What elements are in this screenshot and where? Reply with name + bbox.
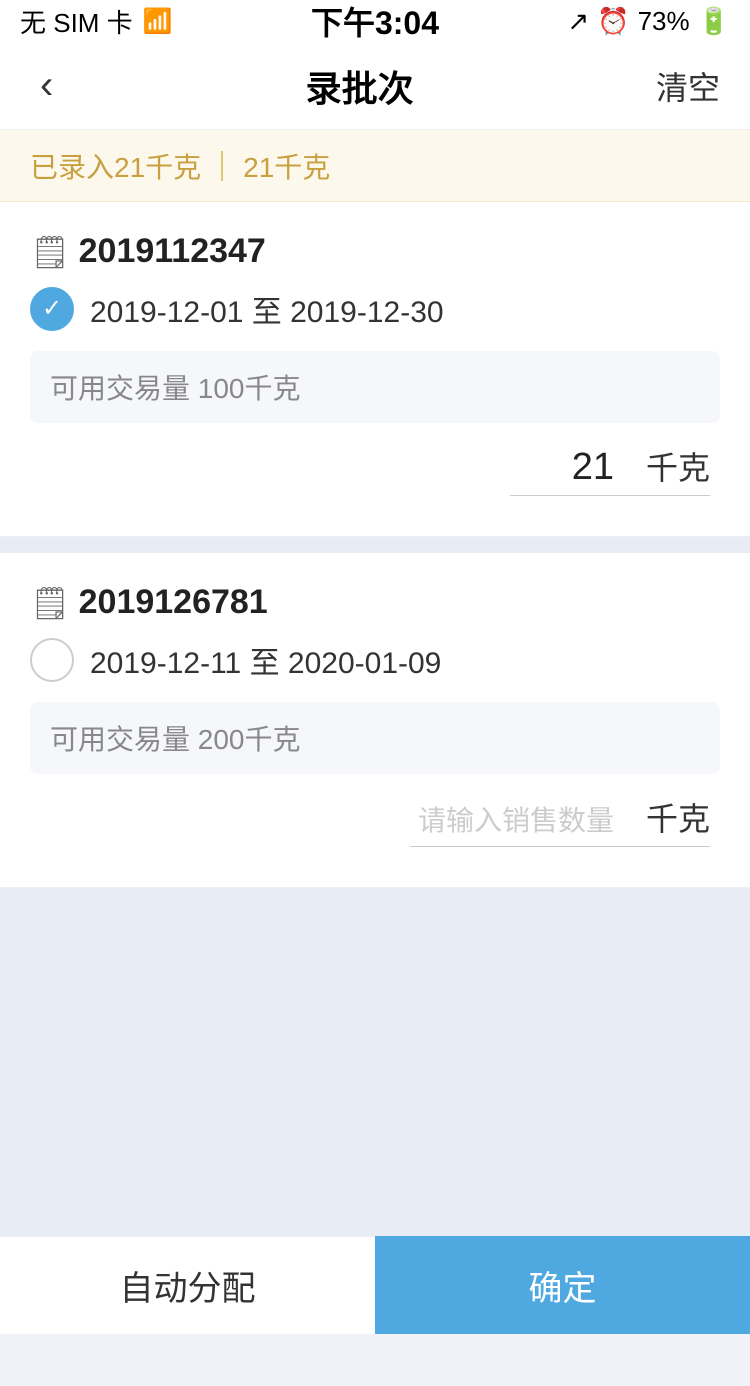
status-bar: 无 SIM 卡 📶 下午3:04 ↗ ⏰ 73% 🔋 bbox=[0, 0, 750, 42]
batch-available-2: 可用交易量 200千克 bbox=[30, 702, 720, 774]
batch-available-1: 可用交易量 100千克 bbox=[30, 351, 720, 423]
batch-card-2: 🗒 2019126781 2019-12-11 至 2020-01-09 可用交… bbox=[0, 553, 750, 888]
quantity-unit-2: 千克 bbox=[646, 794, 710, 840]
batch-checkbox-1[interactable]: ✓ bbox=[30, 287, 74, 331]
auto-distribute-button[interactable]: 自动分配 bbox=[0, 1236, 375, 1334]
bottom-bar: 自动分配 确定 bbox=[0, 1236, 750, 1334]
batch-date-2: 2019-12-11 至 2020-01-09 bbox=[90, 638, 441, 682]
clear-button[interactable]: 清空 bbox=[656, 63, 720, 109]
batch-date-1: 2019-12-01 至 2019-12-30 bbox=[90, 287, 444, 331]
batch-number-2: 2019126781 bbox=[79, 583, 268, 622]
status-left: 无 SIM 卡 📶 bbox=[20, 3, 173, 40]
recorded-label: 已录入21千克 bbox=[30, 146, 201, 186]
info-banner: 已录入21千克 21千克 bbox=[0, 130, 750, 202]
batch-quantity-row-1: 21 千克 bbox=[30, 443, 720, 506]
batch-icon-1: 🗒 bbox=[30, 233, 71, 271]
location-icon: ↗ bbox=[567, 6, 589, 37]
quantity-unit-1: 千克 bbox=[646, 443, 710, 489]
status-right: ↗ ⏰ 73% 🔋 bbox=[567, 6, 730, 37]
batch-number-1: 2019112347 bbox=[79, 232, 266, 271]
status-time: 下午3:04 bbox=[311, 0, 439, 44]
nav-bar: ‹ 录批次 清空 bbox=[0, 42, 750, 130]
info-divider bbox=[221, 151, 223, 181]
page-title: 录批次 bbox=[306, 60, 414, 112]
batch-header-1: 🗒 2019112347 bbox=[30, 232, 720, 271]
batch-header-2: 🗒 2019126781 bbox=[30, 583, 720, 622]
checkmark-1: ✓ bbox=[42, 297, 62, 321]
batch-quantity-row-2: 请输入销售数量 千克 bbox=[30, 794, 720, 857]
batch-card-1: 🗒 2019112347 ✓ 2019-12-01 至 2019-12-30 可… bbox=[0, 202, 750, 537]
batch-date-row-1: ✓ 2019-12-01 至 2019-12-30 bbox=[30, 287, 720, 331]
alarm-icon: ⏰ bbox=[597, 6, 629, 37]
batch-checkbox-2[interactable] bbox=[30, 638, 74, 682]
empty-area bbox=[0, 888, 750, 1288]
battery-icon: 🔋 bbox=[698, 6, 730, 37]
quantity-value-1: 21 bbox=[572, 446, 614, 489]
carrier-text: 无 SIM 卡 bbox=[20, 3, 133, 40]
wifi-icon: 📶 bbox=[143, 7, 173, 36]
confirm-button[interactable]: 确定 bbox=[375, 1236, 750, 1334]
batch-date-row-2: 2019-12-11 至 2020-01-09 bbox=[30, 638, 720, 682]
battery-text: 73% bbox=[638, 6, 690, 37]
batch-icon-2: 🗒 bbox=[30, 584, 71, 622]
amount-label: 21千克 bbox=[243, 146, 330, 186]
back-button[interactable]: ‹ bbox=[30, 53, 63, 118]
quantity-placeholder-2[interactable]: 请输入销售数量 bbox=[418, 799, 614, 839]
separator-1 bbox=[0, 537, 750, 553]
